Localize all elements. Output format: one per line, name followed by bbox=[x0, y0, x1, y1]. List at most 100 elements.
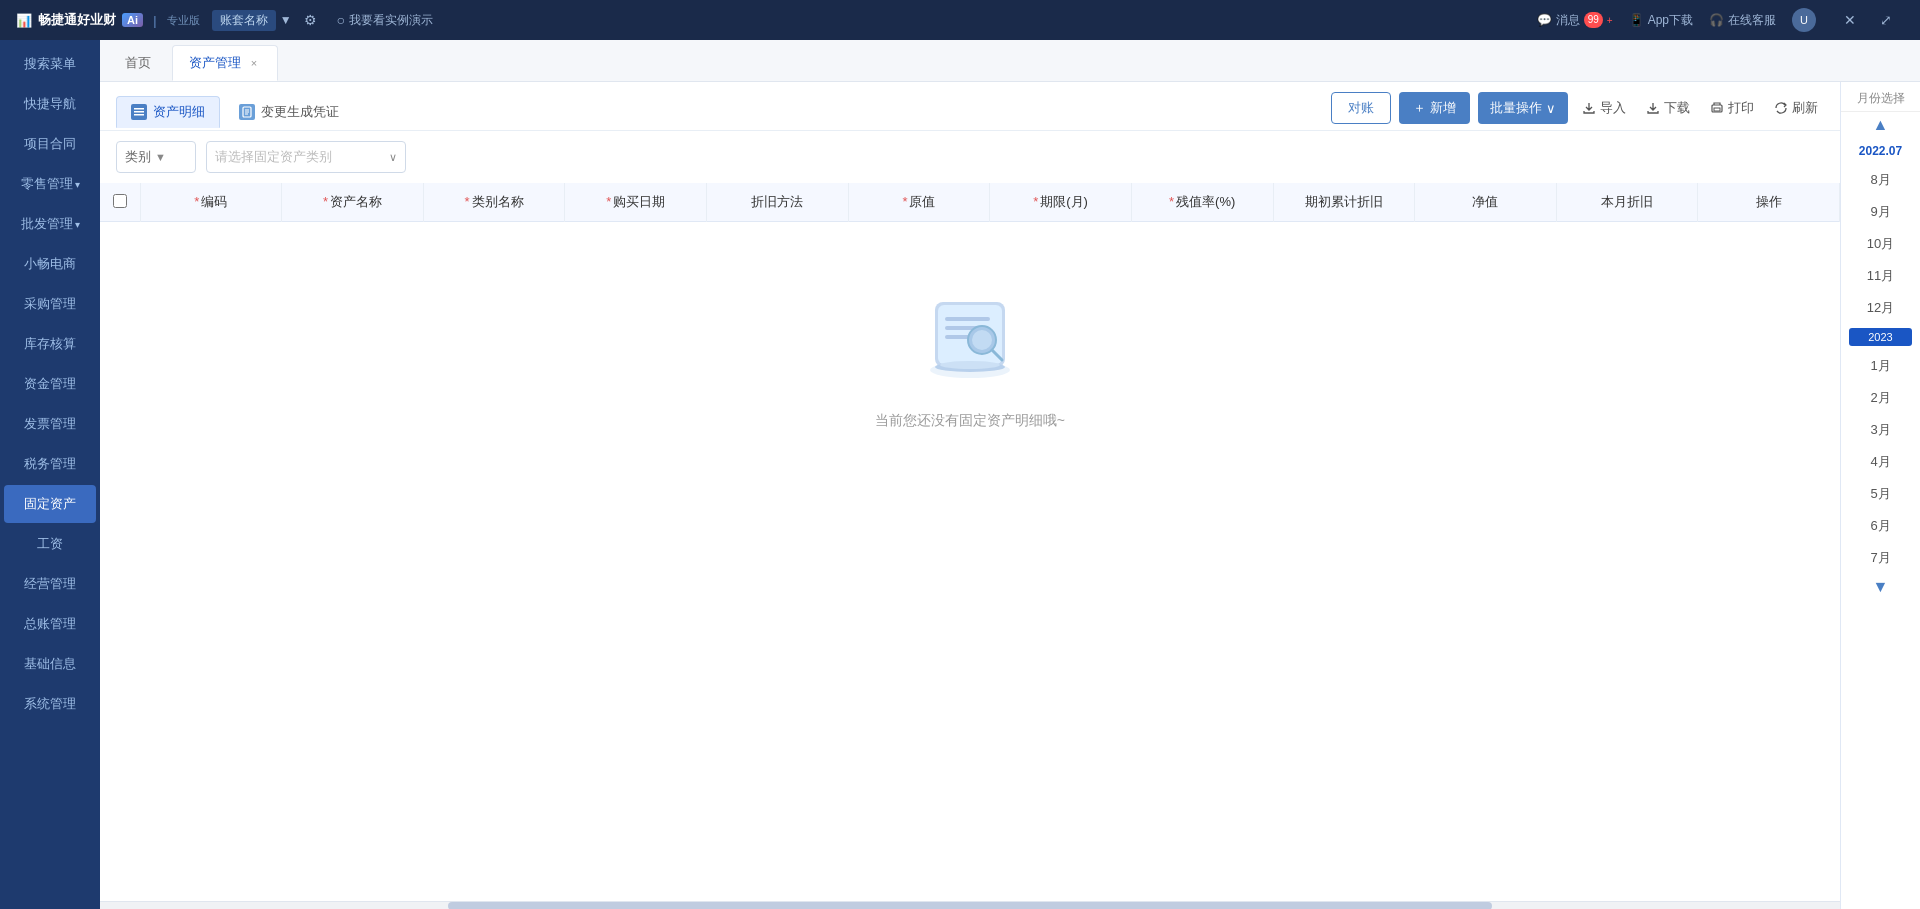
account-selector[interactable]: 账套名称 ▼ bbox=[212, 10, 292, 31]
month-item-6[interactable]: 6月 bbox=[1841, 510, 1920, 542]
sidebar-item-system[interactable]: 系统管理 bbox=[4, 685, 96, 723]
sidebar-item-salary[interactable]: 工资 bbox=[4, 525, 96, 563]
online-service-button[interactable]: 🎧 在线客服 bbox=[1709, 12, 1776, 29]
svg-rect-0 bbox=[134, 108, 144, 110]
th-operation: 操作 bbox=[1698, 183, 1840, 222]
month-panel: 月份选择 ▲ 2022.07 8月 9月 10月 11月 12月 2023 1月… bbox=[1840, 82, 1920, 909]
tab-asset-management[interactable]: 资产管理 × bbox=[172, 45, 278, 81]
user-avatar[interactable]: U bbox=[1792, 8, 1816, 32]
th-period: *期限(月) bbox=[990, 183, 1132, 222]
th-code: *编码 bbox=[140, 183, 282, 222]
month-item-8[interactable]: 8月 bbox=[1841, 164, 1920, 196]
message-icon: 💬 bbox=[1537, 13, 1552, 27]
download-button[interactable]: 下载 bbox=[1640, 92, 1696, 124]
app-brand: 📊 畅捷通好业财 Ai | 专业版 bbox=[16, 11, 200, 29]
window-maximize-button[interactable]: ⤢ bbox=[1868, 0, 1904, 40]
batch-button[interactable]: 批量操作 ∨ bbox=[1478, 92, 1568, 124]
month-item-12[interactable]: 12月 bbox=[1841, 292, 1920, 324]
category-filter-type[interactable]: 类别 ▼ bbox=[116, 141, 196, 173]
svg-point-16 bbox=[972, 330, 992, 350]
month-year-2022[interactable]: 2022.07 bbox=[1841, 138, 1920, 164]
sidebar-item-tax[interactable]: 税务管理 bbox=[4, 445, 96, 483]
message-button[interactable]: 💬 消息 99 + bbox=[1537, 12, 1613, 29]
window-close-button[interactable]: ✕ bbox=[1832, 0, 1868, 40]
avatar-initials: U bbox=[1800, 14, 1808, 26]
sidebar: 搜索菜单 快捷导航 项目合同 零售管理▾ 批发管理▾ 小畅电商 采购管理 库存核… bbox=[0, 40, 100, 909]
sub-tab-change-voucher[interactable]: 变更生成凭证 bbox=[224, 96, 354, 128]
import-button[interactable]: 导入 bbox=[1576, 92, 1632, 124]
svg-point-19 bbox=[940, 361, 1000, 369]
month-item-2[interactable]: 2月 bbox=[1841, 382, 1920, 414]
print-button[interactable]: 打印 bbox=[1704, 92, 1760, 124]
reconcile-button[interactable]: 对账 bbox=[1331, 92, 1391, 124]
sidebar-item-wholesale[interactable]: 批发管理▾ bbox=[4, 205, 96, 243]
download-label: 下载 bbox=[1664, 99, 1690, 117]
sub-tab-bar: 资产明细 变更生成凭证 对账 ＋ 新增 bbox=[100, 82, 1840, 131]
sidebar-item-quicknav[interactable]: 快捷导航 bbox=[4, 85, 96, 123]
sidebar-item-ledger[interactable]: 总账管理 bbox=[4, 605, 96, 643]
month-item-3[interactable]: 3月 bbox=[1841, 414, 1920, 446]
app-title: 畅捷通好业财 bbox=[38, 11, 116, 29]
sidebar-item-search[interactable]: 搜索菜单 bbox=[4, 45, 96, 83]
month-item-11[interactable]: 11月 bbox=[1841, 260, 1920, 292]
print-label: 打印 bbox=[1728, 99, 1754, 117]
sidebar-item-purchase[interactable]: 采购管理 bbox=[4, 285, 96, 323]
sidebar-item-inventory[interactable]: 库存核算 bbox=[4, 325, 96, 363]
sidebar-item-retail[interactable]: 零售管理▾ bbox=[4, 165, 96, 203]
settings-icon[interactable]: ⚙ bbox=[304, 12, 317, 28]
sidebar-item-fixed-assets[interactable]: 固定资产 bbox=[4, 485, 96, 523]
filter-toolbar: 类别 ▼ 请选择固定资产类别 ∨ bbox=[100, 131, 1840, 183]
category-type-arrow: ▼ bbox=[155, 151, 166, 163]
download-icon bbox=[1646, 101, 1660, 115]
app-download-label: App下载 bbox=[1648, 12, 1693, 29]
sidebar-item-finance[interactable]: 资金管理 bbox=[4, 365, 96, 403]
batch-dropdown-icon: ∨ bbox=[1546, 101, 1556, 116]
tab-home[interactable]: 首页 bbox=[108, 45, 168, 81]
month-item-10[interactable]: 10月 bbox=[1841, 228, 1920, 260]
tab-home-label: 首页 bbox=[125, 54, 151, 72]
month-item-7[interactable]: 7月 bbox=[1841, 542, 1920, 574]
app-download-icon: 📱 bbox=[1629, 13, 1644, 27]
horizontal-scrollbar[interactable] bbox=[100, 901, 1840, 909]
headset-icon: 🎧 bbox=[1709, 13, 1724, 27]
year-badge-2023: 2023 bbox=[1849, 328, 1912, 346]
svg-rect-12 bbox=[945, 317, 990, 321]
sidebar-item-project[interactable]: 项目合同 bbox=[4, 125, 96, 163]
refresh-button[interactable]: 刷新 bbox=[1768, 92, 1824, 124]
scrollbar-thumb bbox=[448, 902, 1492, 909]
select-all-checkbox[interactable] bbox=[113, 194, 127, 208]
th-monthly-depreciation: 本月折旧 bbox=[1556, 183, 1698, 222]
demo-link[interactable]: 我要看实例演示 bbox=[337, 12, 433, 29]
month-item-1[interactable]: 1月 bbox=[1841, 350, 1920, 382]
top-bar: 📊 畅捷通好业财 Ai | 专业版 账套名称 ▼ ⚙ 我要看实例演示 💬 消息 … bbox=[0, 0, 1920, 40]
empty-row: 当前您还没有固定资产明细哦~ bbox=[100, 222, 1840, 491]
print-icon bbox=[1710, 101, 1724, 115]
account-dropdown-arrow[interactable]: ▼ bbox=[280, 13, 292, 27]
month-nav-up[interactable]: ▲ bbox=[1841, 112, 1920, 138]
sub-tab-asset-detail[interactable]: 资产明细 bbox=[116, 96, 220, 128]
add-button[interactable]: ＋ 新增 bbox=[1399, 92, 1470, 124]
month-item-4[interactable]: 4月 bbox=[1841, 446, 1920, 478]
category-filter-value[interactable]: 请选择固定资产类别 ∨ bbox=[206, 141, 406, 173]
content-area: 首页 资产管理 × 资产明细 bbox=[100, 40, 1920, 909]
app-download-button[interactable]: 📱 App下载 bbox=[1629, 12, 1693, 29]
sidebar-item-invoice[interactable]: 发票管理 bbox=[4, 405, 96, 443]
app-subtitle: 专业版 bbox=[167, 13, 200, 28]
sidebar-item-operations[interactable]: 经营管理 bbox=[4, 565, 96, 603]
batch-label: 批量操作 bbox=[1490, 99, 1542, 117]
add-label: 新增 bbox=[1430, 99, 1456, 117]
svg-rect-8 bbox=[1714, 108, 1720, 111]
category-label: 类别 bbox=[125, 148, 151, 166]
ai-badge: Ai bbox=[122, 13, 143, 27]
th-category: *类别名称 bbox=[423, 183, 565, 222]
month-nav-down[interactable]: ▼ bbox=[1841, 574, 1920, 600]
month-item-5[interactable]: 5月 bbox=[1841, 478, 1920, 510]
online-service-label: 在线客服 bbox=[1728, 12, 1776, 29]
sidebar-item-basic-info[interactable]: 基础信息 bbox=[4, 645, 96, 683]
sidebar-item-ecommerce[interactable]: 小畅电商 bbox=[4, 245, 96, 283]
empty-cell: 当前您还没有固定资产明细哦~ bbox=[100, 222, 1840, 491]
tab-close-button[interactable]: × bbox=[247, 56, 261, 70]
month-item-9[interactable]: 9月 bbox=[1841, 196, 1920, 228]
retail-arrow-icon: ▾ bbox=[75, 179, 80, 190]
asset-table: *编码 *资产名称 *类别名称 *购买日期 折旧方法 *原值 *期限(月) *残… bbox=[100, 183, 1840, 490]
